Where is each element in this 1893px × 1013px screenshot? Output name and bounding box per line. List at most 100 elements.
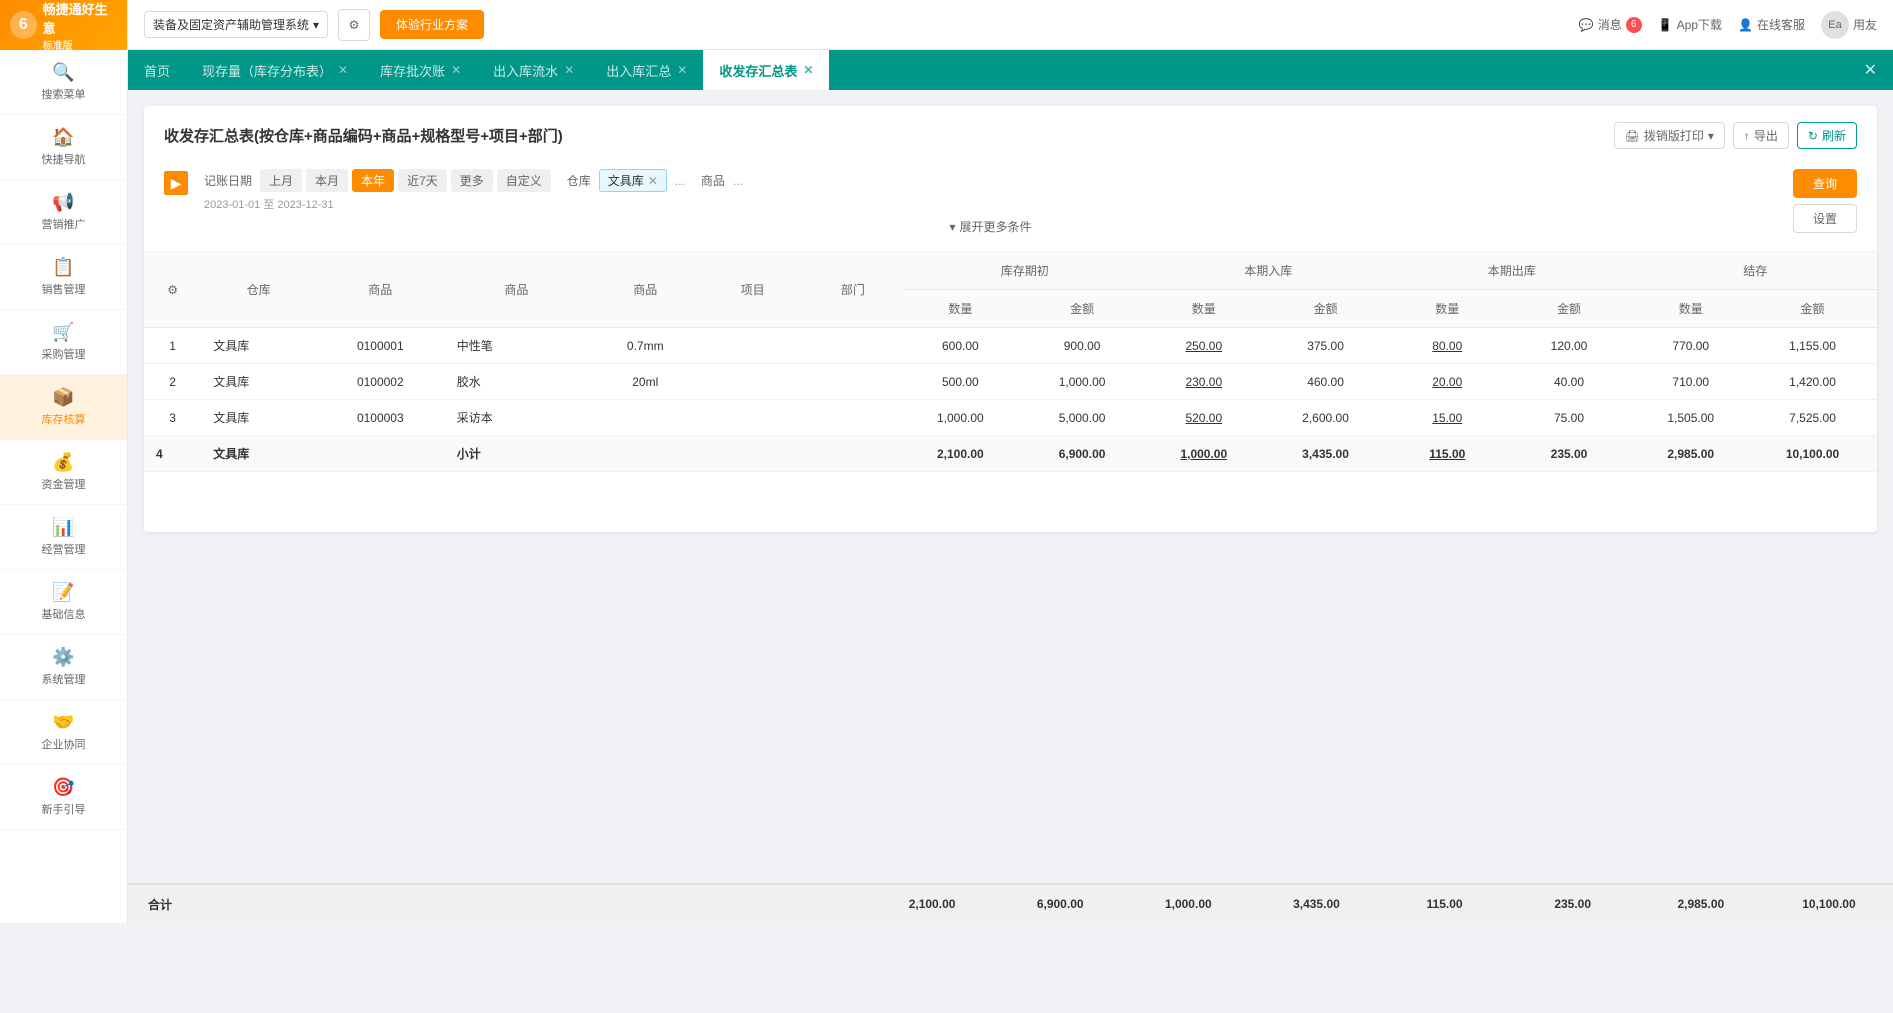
inventory-icon: 📦 (52, 387, 74, 408)
warehouse-tag-close[interactable]: ✕ (648, 174, 658, 188)
row-balance-qty: 1,505.00 (1633, 400, 1748, 436)
sidebar-item-marketing[interactable]: 📢 营销推广 (0, 180, 127, 245)
row-name: 采访本 (445, 400, 588, 436)
row-in-qty[interactable]: 520.00 (1147, 400, 1262, 436)
warehouse-more[interactable]: ... (675, 174, 685, 188)
service-icon: 👤 (1738, 18, 1753, 32)
filter-actions: 查询 设置 (1793, 169, 1857, 233)
footer-label: 合计 (128, 896, 868, 913)
col-out-amt-header: 金额 (1505, 290, 1634, 328)
tab-close-inventory[interactable]: ✕ (338, 63, 348, 77)
row-opening-amt: 6,900.00 (1018, 436, 1147, 472)
sidebar-item-operation[interactable]: 📊 经营管理 (0, 505, 127, 570)
experience-button[interactable]: 体验行业方案 (380, 10, 484, 39)
purchase-icon: 🛒 (52, 322, 74, 343)
col-in-amt-header: 金额 (1261, 290, 1390, 328)
expand-label: 展开更多条件 (960, 218, 1032, 235)
close-panel-icon[interactable]: ✕ (1864, 60, 1877, 80)
col-out-header: 本期出库 (1390, 252, 1633, 290)
row-opening-amt: 900.00 (1018, 328, 1147, 364)
row-balance-qty: 710.00 (1633, 364, 1748, 400)
tab-close-summary[interactable]: ✕ (677, 63, 687, 77)
settings-icon[interactable]: ⚙ (338, 9, 370, 41)
operation-icon: 📊 (52, 517, 74, 538)
tab-summary[interactable]: 出入库汇总✕ (590, 50, 703, 90)
date-more[interactable]: 更多 (451, 169, 493, 192)
row-spec (588, 436, 703, 472)
footer-out-qty: 115.00 (1381, 897, 1509, 911)
system-selector[interactable]: 装备及固定资产辅助管理系统 ▾ (144, 11, 328, 38)
tab-batch[interactable]: 库存批次账✕ (364, 50, 477, 90)
online-service-label: 在线客服 (1757, 16, 1805, 33)
printer-icon: 🖨 (1625, 129, 1640, 143)
goods-more[interactable]: ... (733, 174, 743, 188)
col-spec-header: 商品 (588, 252, 703, 328)
date-custom[interactable]: 自定义 (497, 169, 551, 192)
tab-receive_summary[interactable]: 收发存汇总表✕ (703, 50, 829, 90)
row-warehouse: 文具库 (201, 328, 316, 364)
sidebar-item-inventory[interactable]: 📦 库存核算 (0, 375, 127, 440)
sidebar-item-enterprise[interactable]: 🤝 企业协同 (0, 700, 127, 765)
marketing-icon: 📢 (52, 192, 74, 213)
app-download-item[interactable]: 📱 App下载 (1658, 16, 1722, 33)
date-this-month[interactable]: 本月 (306, 169, 348, 192)
row-opening-qty: 1,000.00 (903, 400, 1018, 436)
tab-inventory[interactable]: 现存量（库存分布表）✕ (186, 50, 364, 90)
row-out-qty[interactable]: 15.00 (1390, 400, 1505, 436)
query-button[interactable]: 查询 (1793, 169, 1857, 198)
row-dept (803, 328, 903, 364)
sidebar-item-system[interactable]: ⚙️ 系统管理 (0, 635, 127, 700)
row-name: 小计 (445, 436, 588, 472)
row-balance-amt: 10,100.00 (1748, 436, 1877, 472)
sidebar-item-purchase[interactable]: 🛒 采购管理 (0, 310, 127, 375)
sidebar-item-finance[interactable]: 💰 资金管理 (0, 440, 127, 505)
basic-icon: 📝 (52, 582, 74, 603)
row-out-qty[interactable]: 80.00 (1390, 328, 1505, 364)
row-out-qty[interactable]: 20.00 (1390, 364, 1505, 400)
date-this-year[interactable]: 本年 (352, 169, 394, 192)
settings-gear-icon[interactable]: ⚙ (167, 283, 178, 297)
setting-button[interactable]: 设置 (1793, 204, 1857, 233)
row-dept (803, 364, 903, 400)
header: 装备及固定资产辅助管理系统 ▾ ⚙ 体验行业方案 💬 消息 6 📱 App下载 … (128, 0, 1893, 50)
date-range-display: 2023-01-01 至 2023-12-31 (204, 196, 1777, 212)
message-item[interactable]: 💬 消息 6 (1579, 16, 1642, 33)
row-balance-qty: 2,985.00 (1633, 436, 1748, 472)
row-in-qty[interactable]: 230.00 (1147, 364, 1262, 400)
expand-more-button[interactable]: ▾ 展开更多条件 (204, 212, 1777, 241)
date-last-month[interactable]: 上月 (260, 169, 302, 192)
sidebar-label-finance: 资金管理 (42, 476, 86, 492)
print-button[interactable]: 🖨 拨销版打印 ▾ (1614, 122, 1725, 149)
sidebar-item-basic[interactable]: 📝 基础信息 (0, 570, 127, 635)
sidebar-item-sales[interactable]: 📋 销售管理 (0, 245, 127, 310)
row-in-amt: 460.00 (1261, 364, 1390, 400)
sidebar-item-nav[interactable]: 🏠 快捷导航 (0, 115, 127, 180)
tab-close-receive_summary[interactable]: ✕ (803, 63, 813, 77)
filter-content: 记账日期 上月 本月 本年 近7天 更多 自定义 仓库 (204, 169, 1777, 241)
export-button[interactable]: ↑ 导出 (1733, 122, 1789, 149)
message-icon: 💬 (1579, 18, 1594, 32)
date-7days[interactable]: 近7天 (398, 169, 447, 192)
row-out-amt: 235.00 (1505, 436, 1634, 472)
tab-flow[interactable]: 出入库流水✕ (477, 50, 590, 90)
sidebar-label-nav: 快捷导航 (42, 151, 86, 167)
col-opening-header: 库存期初 (903, 252, 1146, 290)
online-service-item[interactable]: 👤 在线客服 (1738, 16, 1805, 33)
tab-close-flow[interactable]: ✕ (564, 63, 574, 77)
row-balance-amt: 1,155.00 (1748, 328, 1877, 364)
tab-home[interactable]: 首页 (128, 50, 186, 90)
row-in-qty[interactable]: 250.00 (1147, 328, 1262, 364)
col-opening-amt-header: 金额 (1018, 290, 1147, 328)
table-header-group: ⚙ 仓库 商品 商品 商品 项目 部门 库存期初 本期入库 本期出库 结存 (144, 252, 1877, 290)
user-item[interactable]: Ea 用友 (1821, 11, 1877, 39)
row-warehouse: 文具库 (201, 436, 316, 472)
sidebar-logo: 6 畅捷通好生意 标准版 (0, 0, 127, 50)
warehouse-tag-text: 文具库 (608, 172, 644, 189)
app-name: 畅捷通好生意 (43, 0, 117, 37)
sidebar-item-search[interactable]: 🔍 搜索菜单 (0, 50, 127, 115)
sidebar-item-guide[interactable]: 🎯 新手引导 (0, 765, 127, 830)
filter-toggle-button[interactable]: ▶ (164, 171, 188, 195)
tab-close-batch[interactable]: ✕ (451, 63, 461, 77)
col-balance-amt-header: 金额 (1748, 290, 1877, 328)
refresh-button[interactable]: ↻ 刷新 (1797, 122, 1857, 149)
